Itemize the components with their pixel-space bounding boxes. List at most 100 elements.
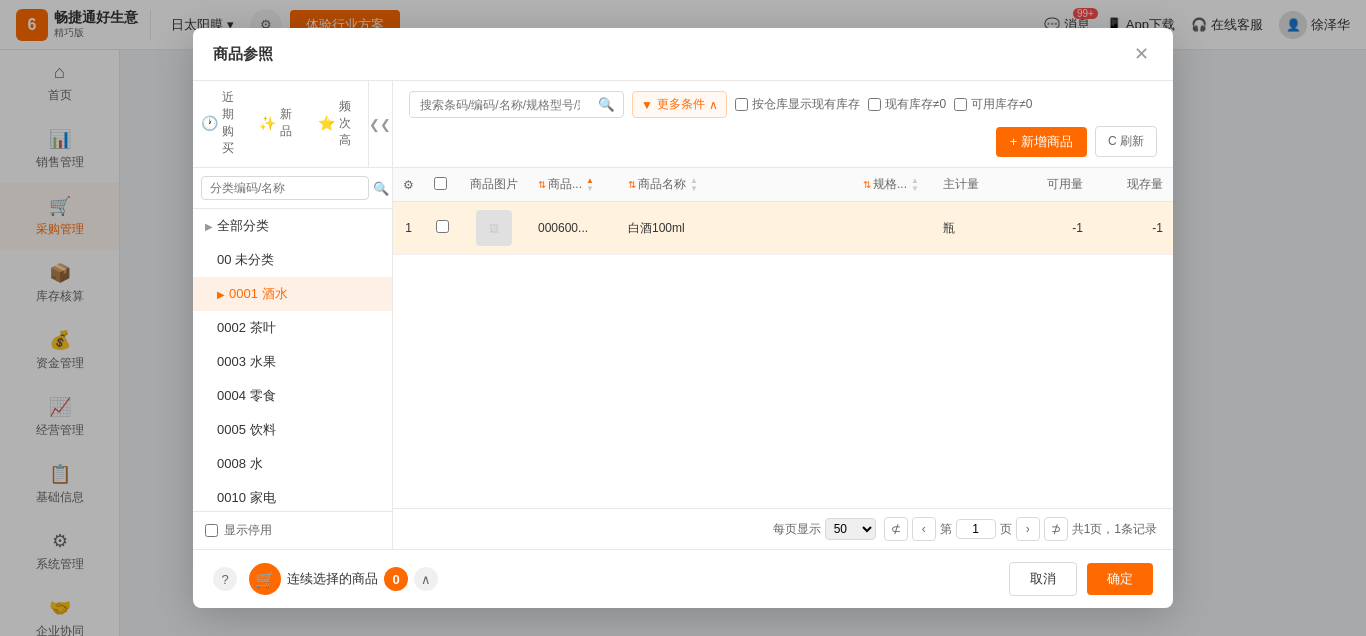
- cat-item-fruit[interactable]: 0003 水果: [193, 345, 392, 379]
- product-search-button[interactable]: 🔍: [590, 92, 623, 117]
- row-name: 白酒100ml: [618, 202, 853, 255]
- arrow-icon: ▶: [217, 289, 225, 300]
- clock-icon: 🕐: [201, 115, 218, 131]
- category-panel: 🕐 近期购买 ✨ 新品 ⭐ 频次高 ❮❮ 🔍: [193, 81, 393, 549]
- star-icon: ⭐: [318, 115, 335, 131]
- avail-nz-checkbox[interactable]: [954, 98, 967, 111]
- tab-recent-buy[interactable]: 🕐 近期购买: [193, 81, 251, 167]
- stock-nz-checkbox[interactable]: [868, 98, 881, 111]
- cat-label: 0001 酒水: [229, 285, 288, 303]
- refresh-button[interactable]: C 刷新: [1095, 126, 1157, 157]
- modal-body: 🕐 近期购买 ✨ 新品 ⭐ 频次高 ❮❮ 🔍: [193, 81, 1173, 549]
- page-size-selector: 每页显示 10 20 50 100: [773, 518, 876, 540]
- filter-label: 更多条件: [657, 96, 705, 113]
- stock-nz-text: 现有库存≠0: [885, 96, 946, 113]
- cat-item-alcohol[interactable]: ▶ 0001 酒水: [193, 277, 392, 311]
- cat-item-appliance[interactable]: 0010 家电: [193, 481, 392, 511]
- pagination-bar: 每页显示 10 20 50 100 ⊄ ‹ 第 页 › ⊅ 共: [393, 508, 1173, 549]
- page-number-input[interactable]: [956, 519, 996, 539]
- modal-close-button[interactable]: ✕: [1129, 42, 1153, 66]
- category-tabs: 🕐 近期购买 ✨ 新品 ⭐ 频次高 ❮❮: [193, 81, 392, 168]
- th-available[interactable]: 可用量: [1013, 168, 1093, 202]
- cancel-button[interactable]: 取消: [1009, 562, 1077, 596]
- row-spec: [853, 202, 933, 255]
- cat-item-tea[interactable]: 0002 茶叶: [193, 311, 392, 345]
- show-disabled-area: 显示停用: [193, 511, 392, 549]
- sort-icon-left: ⇅: [538, 179, 546, 190]
- cat-label: 0004 零食: [217, 387, 276, 405]
- cart-icon[interactable]: 🛒: [249, 563, 281, 595]
- th-check: [424, 168, 460, 202]
- th-code[interactable]: ⇅ 商品... ▲ ▼: [528, 168, 618, 202]
- warehouse-filter-text: 按仓库显示现有库存: [752, 96, 860, 113]
- th-stock[interactable]: 现存量: [1093, 168, 1173, 202]
- total-info: 共1页，1条记录: [1072, 521, 1157, 538]
- settings-icon[interactable]: ⚙: [403, 178, 414, 192]
- product-toolbar: 🔍 ▼ 更多条件 ∧ 按仓库显示现有库存 现有库存≠0 可用库存≠0: [393, 81, 1173, 168]
- cat-item-uncategorized[interactable]: 00 未分类: [193, 243, 392, 277]
- expand-cart-button[interactable]: ∧: [414, 567, 438, 591]
- cat-item-beverage[interactable]: 0005 饮料: [193, 413, 392, 447]
- th-unit[interactable]: 主计量: [933, 168, 1013, 202]
- tab-new[interactable]: ✨ 新品: [251, 81, 309, 167]
- page-size-label: 每页显示: [773, 521, 821, 538]
- cat-label: 0010 家电: [217, 489, 276, 507]
- spec-sort-icon[interactable]: ▲ ▼: [911, 177, 919, 193]
- modal-title: 商品参照: [213, 45, 273, 64]
- page-navigation: ⊄ ‹ 第 页 › ⊅ 共1页，1条记录: [884, 517, 1157, 541]
- cat-label: 0005 饮料: [217, 421, 276, 439]
- th-stock-label: 现存量: [1127, 176, 1163, 193]
- confirm-button[interactable]: 确定: [1087, 563, 1153, 595]
- more-filter-button[interactable]: ▼ 更多条件 ∧: [632, 91, 727, 118]
- category-search: 🔍: [193, 168, 392, 209]
- select-all-checkbox[interactable]: [434, 177, 447, 190]
- cat-item-water[interactable]: 0008 水: [193, 447, 392, 481]
- prev-page-button[interactable]: ‹: [912, 517, 936, 541]
- product-thumbnail: 🖼: [476, 210, 512, 246]
- cat-label: 00 未分类: [217, 251, 274, 269]
- cat-label: 0003 水果: [217, 353, 276, 371]
- stock-nz-filter-label[interactable]: 现有库存≠0: [868, 96, 946, 113]
- product-search-box: 🔍: [409, 91, 624, 118]
- sort-icon-left: ⇅: [863, 179, 871, 190]
- product-table-wrap: ⚙ 商品图片: [393, 168, 1173, 508]
- product-reference-modal: 商品参照 ✕ 🕐 近期购买 ✨ 新品 ⭐ 频次高 ❮❮: [193, 28, 1173, 608]
- row-stock: -1: [1093, 202, 1173, 255]
- page-label-2: 页: [1000, 521, 1012, 538]
- category-search-input[interactable]: [201, 176, 369, 200]
- show-disabled-checkbox[interactable]: [205, 524, 218, 537]
- name-sort-icon[interactable]: ▲ ▼: [690, 177, 698, 193]
- th-settings: ⚙: [393, 168, 424, 202]
- last-page-button[interactable]: ⊅: [1044, 517, 1068, 541]
- collapse-panel-button[interactable]: ❮❮: [368, 81, 392, 167]
- warehouse-filter-checkbox[interactable]: [735, 98, 748, 111]
- avail-nz-filter-label[interactable]: 可用库存≠0: [954, 96, 1032, 113]
- table-header: ⚙ 商品图片: [393, 168, 1173, 202]
- th-image: 商品图片: [460, 168, 528, 202]
- row-check: [424, 202, 460, 255]
- category-list: ▶ 全部分类 00 未分类 ▶ 0001 酒水 0002 茶叶 0003 水果: [193, 209, 392, 511]
- cat-item-snack[interactable]: 0004 零食: [193, 379, 392, 413]
- show-disabled-label[interactable]: 显示停用: [224, 522, 272, 539]
- search-icon: 🔍: [373, 181, 389, 196]
- table-row[interactable]: 1 🖼 000600... 白酒100ml 瓶 -1: [393, 202, 1173, 255]
- tab-recent-label: 近期购买: [222, 89, 243, 157]
- th-name[interactable]: ⇅ 商品名称 ▲ ▼: [618, 168, 853, 202]
- page-size-select[interactable]: 10 20 50 100: [825, 518, 876, 540]
- add-product-button[interactable]: + 新增商品: [996, 127, 1087, 157]
- avail-nz-text: 可用库存≠0: [971, 96, 1032, 113]
- th-unit-label: 主计量: [943, 176, 979, 193]
- tab-frequent[interactable]: ⭐ 频次高: [310, 81, 368, 167]
- code-sort-icon[interactable]: ▲ ▼: [586, 177, 594, 193]
- warehouse-filter-label[interactable]: 按仓库显示现有库存: [735, 96, 860, 113]
- first-page-button[interactable]: ⊄: [884, 517, 908, 541]
- th-image-label: 商品图片: [470, 176, 518, 193]
- th-spec[interactable]: ⇅ 规格... ▲ ▼: [853, 168, 933, 202]
- product-search-input[interactable]: [410, 93, 590, 117]
- cat-item-all[interactable]: ▶ 全部分类: [193, 209, 392, 243]
- next-page-button[interactable]: ›: [1016, 517, 1040, 541]
- th-name-label: 商品名称: [638, 176, 686, 193]
- row-checkbox[interactable]: [436, 220, 449, 233]
- help-button[interactable]: ?: [213, 567, 237, 591]
- th-spec-label: 规格...: [873, 176, 907, 193]
